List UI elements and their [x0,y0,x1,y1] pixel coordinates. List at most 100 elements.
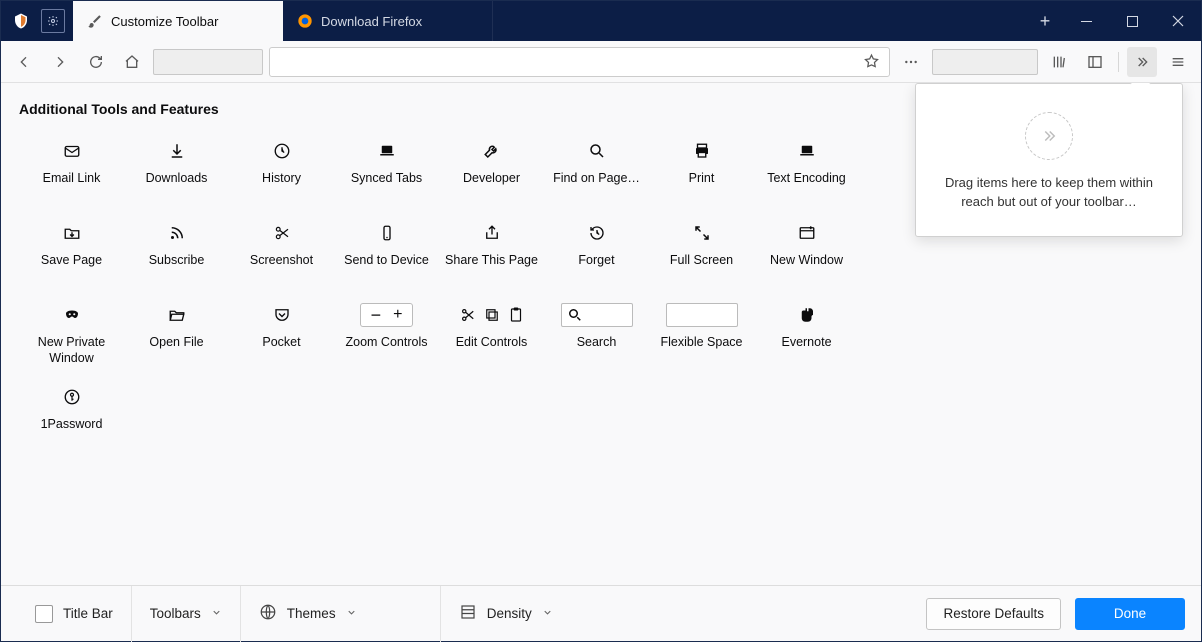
laptop-icon [378,137,396,165]
pinned-tabs [1,1,73,41]
device-icon [378,219,396,247]
pinned-site-icon[interactable] [9,9,33,33]
tab-label: Download Firefox [321,14,422,29]
titlebar-toggle[interactable]: Title Bar [17,586,132,642]
tool-pocket[interactable]: Pocket [229,295,334,377]
home-button[interactable] [117,47,147,77]
folder-down-icon [63,219,81,247]
tool-text-encoding[interactable]: Text Encoding [754,131,859,213]
scissors-icon [273,219,291,247]
pocket-icon [273,301,291,329]
brush-icon [87,13,103,29]
titlebar: Customize Toolbar Download Firefox + [1,1,1201,41]
searchbox-icon [561,301,633,329]
tool-send-to-device[interactable]: Send to Device [334,213,439,295]
tool-open-file[interactable]: Open File [124,295,229,377]
tool-synced-tabs[interactable]: Synced Tabs [334,131,439,213]
customizable-space-1[interactable] [153,49,263,75]
customize-panel: Additional Tools and Features Email Link… [1,83,1201,585]
search-icon [588,137,606,165]
new-tab-button[interactable]: + [1027,1,1063,41]
chevron-down-icon [211,606,222,621]
chevron-down-icon [542,606,553,621]
tool-history[interactable]: History [229,131,334,213]
share-icon [483,219,501,247]
globe-icon [259,603,277,624]
customizable-space-2[interactable] [932,49,1038,75]
nav-toolbar [1,41,1201,83]
density-icon [459,603,477,624]
tool-developer[interactable]: Developer [439,131,544,213]
clock-icon [273,137,291,165]
tool-save-page[interactable]: Save Page [19,213,124,295]
mask-icon [63,301,81,329]
page-actions-icon[interactable] [896,47,926,77]
firefox-window: Customize Toolbar Download Firefox + [0,0,1202,642]
tool-search[interactable]: Search [544,295,649,377]
wrench-icon [483,137,501,165]
tool-downloads[interactable]: Downloads [124,131,229,213]
tool-email-link[interactable]: Email Link [19,131,124,213]
zoom-icon: −+ [360,301,414,329]
checkbox-icon [35,605,53,623]
evernote-icon [798,301,816,329]
tab-label: Customize Toolbar [111,14,218,29]
cut-copy-paste-icon [459,301,525,329]
tool-edit-controls[interactable]: Edit Controls [439,295,544,377]
tool-subscribe[interactable]: Subscribe [124,213,229,295]
reload-button[interactable] [81,47,111,77]
url-bar[interactable] [269,47,890,77]
tool-screenshot[interactable]: Screenshot [229,213,334,295]
restore-defaults-button[interactable]: Restore Defaults [926,598,1061,630]
back-button[interactable] [9,47,39,77]
forward-button[interactable] [45,47,75,77]
chevron-down-icon [346,606,357,621]
overflow-drop-panel[interactable]: Drag items here to keep them within reac… [915,83,1183,237]
flexspace-icon [666,301,738,329]
tool-private-window[interactable]: New Private Window [19,295,124,377]
folder-open-icon [168,301,186,329]
density-menu[interactable]: Density [441,586,571,642]
tab-customize[interactable]: Customize Toolbar [73,1,283,41]
customize-footer: Title Bar Toolbars Themes Density Restor… [1,585,1201,641]
tool-new-window[interactable]: New Window [754,213,859,295]
overflow-hint-text: Drag items here to keep them within reac… [934,174,1164,212]
expand-icon [693,219,711,247]
tool-fullscreen[interactable]: Full Screen [649,213,754,295]
mail-icon [63,137,81,165]
themes-menu[interactable]: Themes [241,586,441,642]
sidebar-icon[interactable] [1080,47,1110,77]
history-back-icon [588,219,606,247]
maximize-button[interactable] [1109,1,1155,41]
tab-download[interactable]: Download Firefox [283,1,493,41]
overflow-drop-target-icon [1025,112,1073,160]
tool-print[interactable]: Print [649,131,754,213]
minimize-button[interactable] [1063,1,1109,41]
rss-icon [168,219,186,247]
tab-strip: Customize Toolbar Download Firefox [73,1,493,41]
tool-flexible-space[interactable]: Flexible Space [649,295,754,377]
app-menu-icon[interactable] [1163,47,1193,77]
overflow-button[interactable] [1127,47,1157,77]
tools-grid: Email Link Downloads History Synced Tabs… [19,131,899,459]
download-icon [168,137,186,165]
pinned-settings-icon[interactable] [41,9,65,33]
window-plus-icon [798,219,816,247]
library-icon[interactable] [1044,47,1074,77]
toolbar-divider [1118,52,1119,72]
tool-forget[interactable]: Forget [544,213,649,295]
tool-evernote[interactable]: Evernote [754,295,859,377]
close-button[interactable] [1155,1,1201,41]
printer-icon [693,137,711,165]
firefox-icon [297,13,313,29]
window-controls [1063,1,1201,41]
tool-share[interactable]: Share This Page [439,213,544,295]
tool-find[interactable]: Find on Page… [544,131,649,213]
laptop-icon [798,137,816,165]
tool-1password[interactable]: 1Password [19,377,124,459]
key-circle-icon [63,383,81,411]
done-button[interactable]: Done [1075,598,1185,630]
tool-zoom-controls[interactable]: −+Zoom Controls [334,295,439,377]
toolbars-menu[interactable]: Toolbars [132,586,241,642]
bookmark-star-icon[interactable] [857,48,885,76]
